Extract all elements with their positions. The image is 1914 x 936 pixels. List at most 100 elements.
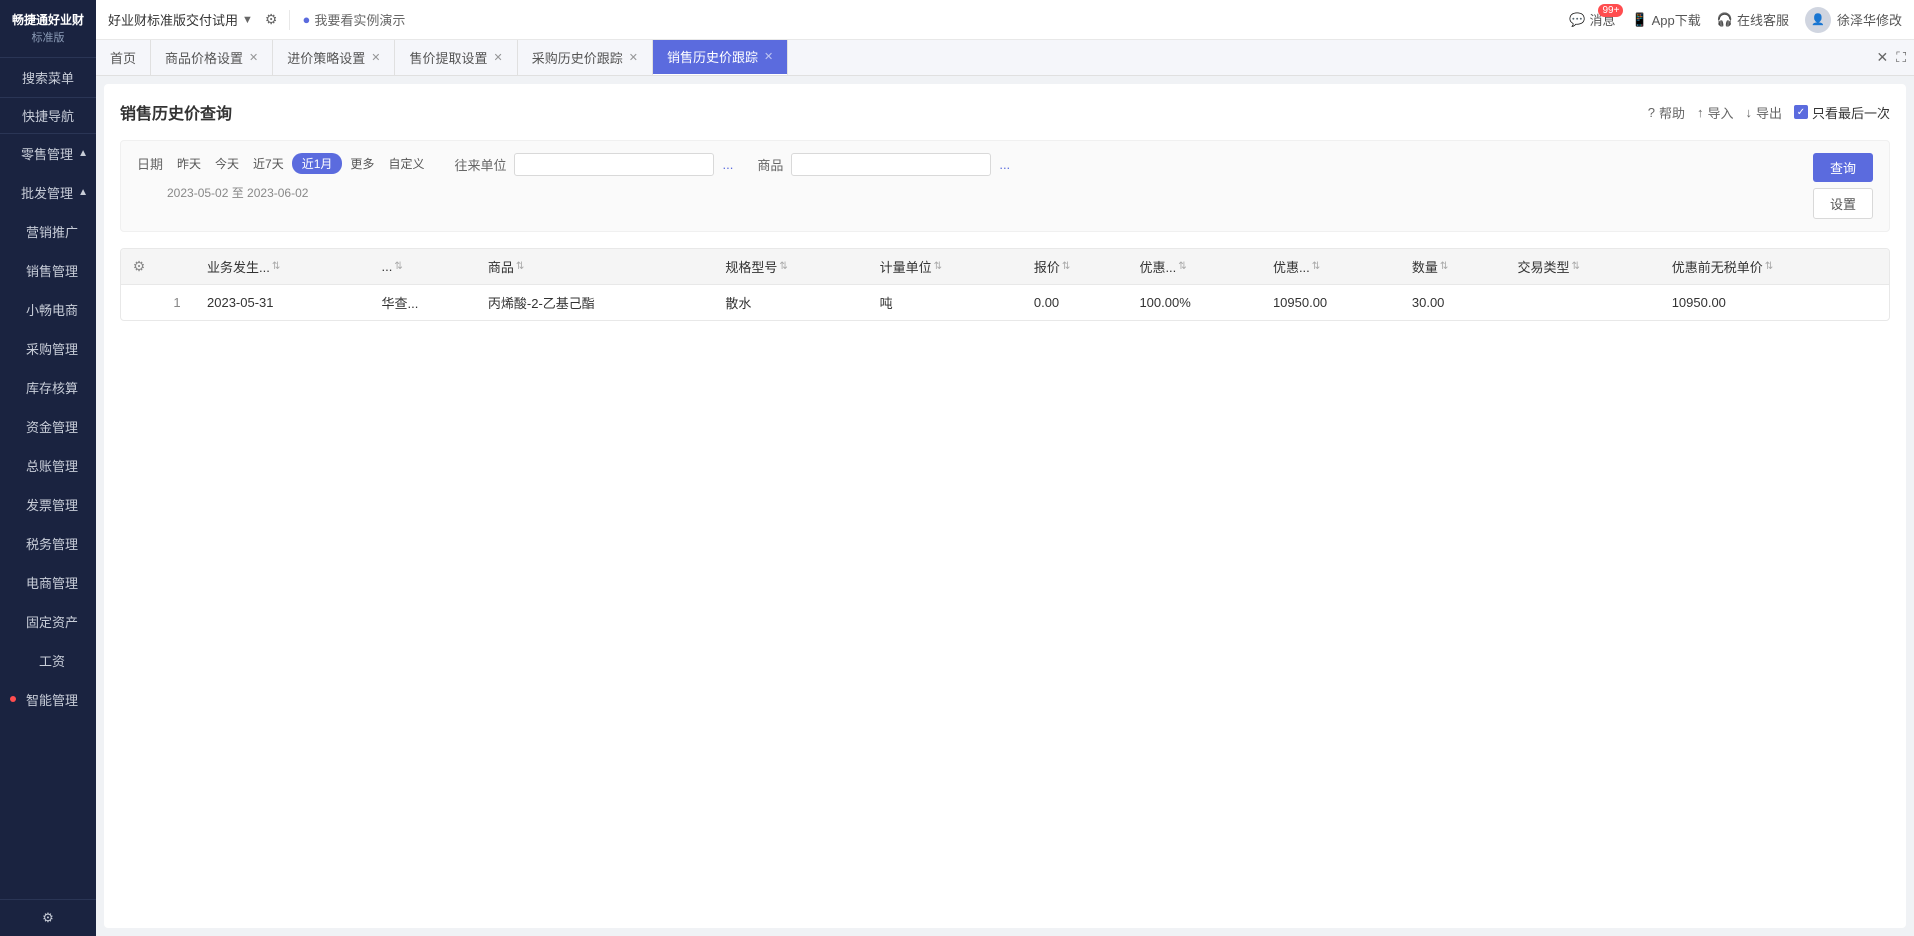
- topbar-app-btn[interactable]: 📱 App下载: [1631, 10, 1700, 29]
- tabbar-close-btn[interactable]: ✕: [1876, 49, 1888, 66]
- col-price-label: 报价: [1034, 257, 1060, 276]
- topbar-demo-btn[interactable]: ● 我要看实例演示: [302, 10, 405, 29]
- tab-home-label: 首页: [110, 48, 136, 67]
- topbar-service-btn[interactable]: 🎧 在线客服: [1717, 10, 1789, 29]
- col-header-type[interactable]: 交易类型 ⇅: [1507, 249, 1661, 285]
- col-header-goods[interactable]: 商品 ⇅: [478, 249, 716, 285]
- tab-sale-history[interactable]: 销售历史价跟踪 ✕: [653, 40, 788, 76]
- sidebar-item-wholesale-arrow: ▲: [78, 187, 88, 198]
- sort-spec: 规格型号 ⇅: [725, 257, 787, 276]
- filter-date-range: 2023-05-02 至 2023-06-02: [167, 184, 308, 201]
- only-last-checkbox[interactable]: ✓ 只看最后一次: [1794, 103, 1890, 122]
- query-button[interactable]: 查询: [1813, 153, 1873, 182]
- topbar-title-text: 好业财标准版交付试用: [108, 10, 238, 29]
- tab-home[interactable]: 首页: [96, 40, 151, 76]
- col-header-discount1[interactable]: 优惠... ⇅: [1129, 249, 1263, 285]
- tab-purchase-strategy-close[interactable]: ✕: [371, 51, 380, 64]
- sidebar-search-label: 搜索菜单: [22, 71, 74, 86]
- date-btn-custom[interactable]: 自定义: [382, 153, 430, 174]
- tab-purchase-history[interactable]: 采购历史价跟踪 ✕: [518, 40, 653, 76]
- supplier-more-btn[interactable]: ...: [722, 157, 733, 172]
- sidebar-item-ecommerce[interactable]: 电商管理: [0, 563, 96, 602]
- sidebar-search[interactable]: 搜索菜单: [0, 58, 96, 98]
- tab-price[interactable]: 商品价格设置 ✕: [151, 40, 273, 76]
- col-header-qty[interactable]: 数量 ⇅: [1402, 249, 1508, 285]
- sidebar-item-smart[interactable]: 智能管理: [0, 680, 96, 719]
- table-settings-icon[interactable]: ⚙: [133, 258, 146, 274]
- tab-price-close[interactable]: ✕: [249, 51, 258, 64]
- cell-goods: 丙烯酸-2-乙基己酯: [478, 285, 716, 321]
- sort-qty: 数量 ⇅: [1412, 257, 1448, 276]
- user-info[interactable]: 👤 徐泽华修改: [1805, 7, 1902, 33]
- filter-goods-input[interactable]: [791, 153, 991, 176]
- sidebar-bottom-settings[interactable]: ⚙: [0, 899, 96, 936]
- topbar-title-dropdown[interactable]: 好业财标准版交付试用 ▼: [108, 10, 253, 29]
- sort-discount1: 优惠... ⇅: [1139, 257, 1186, 276]
- set-button[interactable]: 设置: [1813, 188, 1873, 219]
- col-goods-label: 商品: [488, 257, 514, 276]
- sidebar-item-marketing[interactable]: 营销推广: [0, 212, 96, 251]
- date-btn-last1m[interactable]: 近1月: [292, 153, 343, 174]
- topbar-demo-icon: ●: [302, 12, 310, 27]
- date-btn-yesterday[interactable]: 昨天: [171, 153, 207, 174]
- sidebar-item-tax[interactable]: 税务管理: [0, 524, 96, 563]
- tab-price-label: 商品价格设置: [165, 48, 243, 67]
- sidebar-item-retail[interactable]: 零售管理 ▲: [0, 134, 96, 173]
- sidebar-item-wholesale[interactable]: 批发管理 ▲: [0, 173, 96, 212]
- filter-supplier-input[interactable]: [514, 153, 714, 176]
- date-btn-last7[interactable]: 近7天: [247, 153, 290, 174]
- sort-qty-icon: ⇅: [1440, 261, 1448, 272]
- sidebar-item-retail-label: 零售管理: [16, 144, 78, 163]
- topbar-settings-icon[interactable]: ⚙: [265, 11, 278, 28]
- tabbar: 首页 商品价格设置 ✕ 进价策略设置 ✕ 售价提取设置 ✕ 采购历史价跟踪 ✕ …: [96, 40, 1914, 76]
- page-title: 销售历史价查询: [120, 100, 232, 124]
- col-header-spec[interactable]: 规格型号 ⇅: [715, 249, 869, 285]
- tab-purchase-history-close[interactable]: ✕: [629, 51, 638, 64]
- tab-sale-extract[interactable]: 售价提取设置 ✕: [395, 40, 517, 76]
- tab-purchase-strategy[interactable]: 进价策略设置 ✕: [273, 40, 395, 76]
- topbar-msg-btn[interactable]: 💬 消息 99+: [1569, 10, 1615, 29]
- cell-type: [1507, 285, 1661, 321]
- goods-more-btn[interactable]: ...: [999, 157, 1010, 172]
- date-btn-today[interactable]: 今天: [209, 153, 245, 174]
- date-btn-more[interactable]: 更多: [344, 153, 380, 174]
- sidebar-item-inventory[interactable]: 库存核算: [0, 368, 96, 407]
- app-icon: 📱: [1631, 12, 1647, 28]
- topbar-divider: [289, 10, 290, 30]
- tab-sale-history-close[interactable]: ✕: [764, 50, 773, 63]
- sidebar-item-retail-arrow: ▲: [78, 148, 88, 159]
- cell-num: 1: [157, 285, 197, 321]
- col-header-settings[interactable]: ⚙: [121, 249, 157, 285]
- sidebar-item-ledger[interactable]: 总账管理: [0, 446, 96, 485]
- col-header-discount2[interactable]: 优惠... ⇅: [1263, 249, 1402, 285]
- col-qty-label: 数量: [1412, 257, 1438, 276]
- col-header-price[interactable]: 报价 ⇅: [1024, 249, 1130, 285]
- import-link[interactable]: ↑ 导入: [1697, 103, 1734, 122]
- export-link[interactable]: ↓ 导出: [1745, 103, 1782, 122]
- sidebar-item-sales[interactable]: 销售管理: [0, 251, 96, 290]
- sort-discount2-icon: ⇅: [1312, 261, 1320, 272]
- sidebar-item-ecshop[interactable]: 小畅电商: [0, 290, 96, 329]
- sidebar-item-salary[interactable]: 工资: [0, 641, 96, 680]
- cell-extra: 华查...: [372, 285, 478, 321]
- cell-price: 0.00: [1024, 285, 1130, 321]
- sidebar-item-assets[interactable]: 固定资产: [0, 602, 96, 641]
- col-header-notax-price[interactable]: 优惠前无税单价 ⇅: [1662, 249, 1889, 285]
- sort-extra: ... ⇅: [382, 259, 403, 274]
- filter-supplier-label: 往来单位: [454, 155, 506, 174]
- sidebar-quicknav[interactable]: 快捷导航: [0, 98, 96, 134]
- sidebar-item-finance[interactable]: 资金管理: [0, 407, 96, 446]
- col-header-date[interactable]: 业务发生... ⇅: [197, 249, 372, 285]
- logo-subtitle: 标准版: [8, 29, 88, 45]
- tabbar-expand-btn[interactable]: ⛶: [1896, 49, 1906, 66]
- col-spec-label: 规格型号: [725, 257, 777, 276]
- sidebar-item-purchase[interactable]: 采购管理: [0, 329, 96, 368]
- sidebar-item-invoice[interactable]: 发票管理: [0, 485, 96, 524]
- col-header-extra[interactable]: ... ⇅: [372, 249, 478, 285]
- sidebar-item-smart-label: 智能管理: [16, 690, 88, 709]
- page-container: 销售历史价查询 ? 帮助 ↑ 导入 ↓ 导出 ✓ 只: [104, 84, 1906, 928]
- sort-date-icon: ⇅: [272, 261, 280, 272]
- help-link[interactable]: ? 帮助: [1648, 103, 1685, 122]
- col-header-unit[interactable]: 计量单位 ⇅: [870, 249, 1024, 285]
- tab-sale-extract-close[interactable]: ✕: [494, 51, 503, 64]
